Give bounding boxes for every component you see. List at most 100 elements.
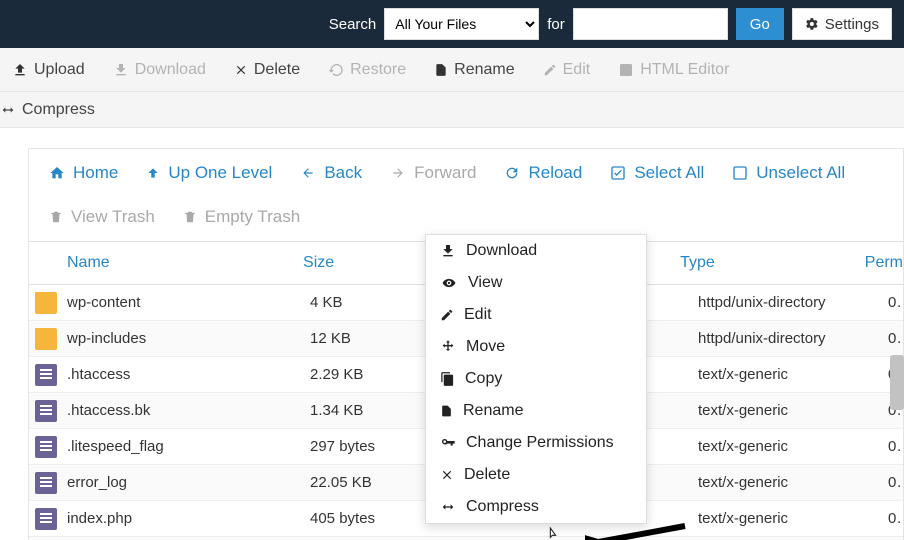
compress-icon bbox=[0, 102, 16, 118]
forward-arrow-icon bbox=[390, 166, 406, 180]
restore-label: Restore bbox=[350, 61, 406, 79]
settings-button[interactable]: Settings bbox=[792, 8, 892, 40]
rename-button[interactable]: Rename bbox=[434, 61, 514, 79]
column-name[interactable]: Name bbox=[29, 242, 287, 284]
home-label: Home bbox=[73, 163, 118, 183]
for-label: for bbox=[547, 16, 565, 33]
download-label: Download bbox=[135, 61, 206, 79]
cell-type: text/x-generic bbox=[682, 474, 872, 491]
up-arrow-icon bbox=[146, 165, 160, 181]
forward-button[interactable]: Forward bbox=[376, 157, 490, 189]
upload-button[interactable]: Upload bbox=[12, 61, 85, 79]
context-menu-label: Rename bbox=[463, 402, 523, 420]
go-button[interactable]: Go bbox=[736, 8, 784, 40]
delete-button[interactable]: Delete bbox=[234, 61, 300, 79]
file-name: .htaccess.bk bbox=[67, 402, 150, 419]
empty-trash-button[interactable]: Empty Trash bbox=[169, 201, 314, 233]
reload-button[interactable]: Reload bbox=[490, 157, 596, 189]
compress-label: Compress bbox=[22, 101, 95, 119]
cell-perm: 064 bbox=[872, 474, 903, 491]
copy-icon bbox=[440, 371, 455, 387]
search-label: Search bbox=[329, 16, 377, 33]
context-menu-label: Copy bbox=[465, 370, 502, 388]
back-label: Back bbox=[324, 163, 362, 183]
context-menu-copy[interactable]: Copy bbox=[426, 363, 646, 395]
restore-button[interactable]: Restore bbox=[328, 61, 406, 79]
folder-icon bbox=[35, 292, 57, 314]
search-scope-select[interactable]: All Your Files bbox=[384, 8, 539, 40]
view-trash-label: View Trash bbox=[71, 207, 155, 227]
rename-icon bbox=[434, 62, 448, 78]
compress-button[interactable]: Compress bbox=[0, 101, 95, 119]
file-icon bbox=[35, 472, 57, 494]
cell-name: error_log bbox=[29, 472, 294, 494]
key-icon bbox=[440, 435, 456, 451]
context-menu-rename[interactable]: Rename bbox=[426, 395, 646, 427]
select-all-button[interactable]: Select All bbox=[596, 157, 718, 189]
column-type[interactable]: Type bbox=[664, 242, 849, 284]
reload-icon bbox=[504, 165, 520, 181]
folder-icon bbox=[35, 328, 57, 350]
cell-size: 4 KB bbox=[294, 294, 424, 311]
cell-name: .litespeed_flag bbox=[29, 436, 294, 458]
cell-perm: 075 bbox=[872, 330, 903, 347]
edit-button[interactable]: Edit bbox=[543, 61, 591, 79]
empty-trash-label: Empty Trash bbox=[205, 207, 300, 227]
cell-type: text/x-generic bbox=[682, 510, 872, 527]
checkbox-empty-icon bbox=[732, 165, 748, 181]
back-button[interactable]: Back bbox=[286, 157, 376, 189]
trash-icon bbox=[183, 209, 197, 225]
context-menu-delete[interactable]: Delete bbox=[426, 459, 646, 491]
forward-label: Forward bbox=[414, 163, 476, 183]
home-button[interactable]: Home bbox=[35, 157, 132, 189]
column-perm[interactable]: Perm bbox=[849, 242, 903, 284]
context-menu-compress[interactable]: Compress bbox=[426, 491, 646, 523]
back-arrow-icon bbox=[300, 166, 316, 180]
file-name: .htaccess bbox=[67, 366, 130, 383]
context-menu-edit[interactable]: Edit bbox=[426, 299, 646, 331]
context-menu-view[interactable]: View bbox=[426, 267, 646, 299]
restore-icon bbox=[328, 62, 344, 78]
cell-size: 22.05 KB bbox=[294, 474, 424, 491]
download-icon bbox=[113, 62, 129, 78]
unselect-all-button[interactable]: Unselect All bbox=[718, 157, 859, 189]
main-toolbar: Upload Download Delete Restore Rename Ed… bbox=[0, 48, 904, 92]
cell-type: httpd/unix-directory bbox=[682, 330, 872, 347]
cell-name: .htaccess.bk bbox=[29, 400, 294, 422]
cell-type: text/x-generic bbox=[682, 438, 872, 455]
search-input[interactable] bbox=[573, 8, 728, 40]
file-name: wp-includes bbox=[67, 330, 146, 347]
cell-type: text/x-generic bbox=[682, 366, 872, 383]
upload-label: Upload bbox=[34, 61, 85, 79]
panel-toolbar: Home Up One Level Back Forward Reload Se… bbox=[29, 149, 903, 241]
context-menu-change-permissions[interactable]: Change Permissions bbox=[426, 427, 646, 459]
cell-type: text/x-generic bbox=[682, 402, 872, 419]
cell-name: wp-includes bbox=[29, 328, 294, 350]
checkbox-checked-icon bbox=[610, 165, 626, 181]
column-size[interactable]: Size bbox=[287, 242, 414, 284]
upload-icon bbox=[12, 62, 28, 78]
scrollbar-thumb[interactable] bbox=[890, 355, 904, 410]
file-name: .litespeed_flag bbox=[67, 438, 164, 455]
context-menu-move[interactable]: Move bbox=[426, 331, 646, 363]
context-menu-label: Download bbox=[466, 242, 537, 260]
context-menu-label: Edit bbox=[464, 306, 492, 324]
download-button[interactable]: Download bbox=[113, 61, 206, 79]
html-editor-button[interactable]: HTML Editor bbox=[618, 61, 729, 79]
context-menu-label: Delete bbox=[464, 466, 510, 484]
download-icon bbox=[440, 243, 456, 259]
cell-name: index.php bbox=[29, 508, 294, 530]
compress-icon bbox=[440, 499, 456, 515]
context-menu-download[interactable]: Download bbox=[426, 235, 646, 267]
up-one-level-button[interactable]: Up One Level bbox=[132, 157, 286, 189]
context-menu-label: Change Permissions bbox=[466, 434, 614, 452]
main-toolbar-overflow: Compress bbox=[0, 92, 904, 128]
edit-label: Edit bbox=[563, 61, 591, 79]
file-name: error_log bbox=[67, 474, 127, 491]
reload-label: Reload bbox=[528, 163, 582, 183]
cell-size: 2.29 KB bbox=[294, 366, 424, 383]
html-editor-icon bbox=[618, 62, 634, 78]
view-trash-button[interactable]: View Trash bbox=[35, 201, 169, 233]
file-icon bbox=[35, 508, 57, 530]
html-editor-label: HTML Editor bbox=[640, 61, 729, 79]
